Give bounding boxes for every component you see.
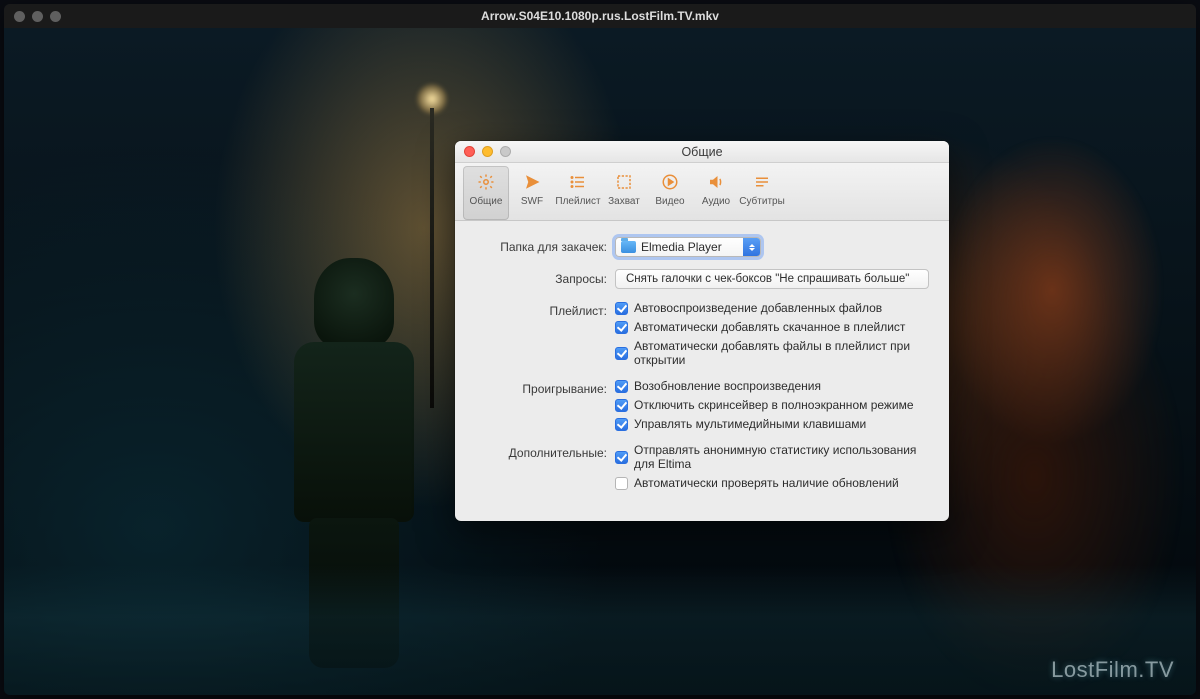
scene-road-reflection <box>4 565 1196 695</box>
checkbox-row[interactable]: Автоматически добавлять файлы в плейлист… <box>615 339 929 367</box>
checkbox[interactable] <box>615 380 628 393</box>
preferences-window: Общие Общие SWF Плейлист Захват Видео Аудио Су… <box>455 141 949 521</box>
checkbox-row[interactable]: Автоматически добавлять скачанное в плей… <box>615 320 929 334</box>
downloads-folder-label: Папка для закачек: <box>475 237 615 254</box>
checkbox[interactable] <box>615 347 628 360</box>
downloads-folder-value: Elmedia Player <box>641 240 722 254</box>
checkbox[interactable] <box>615 477 628 490</box>
checkbox-label: Отправлять анонимную статистику использо… <box>634 443 929 471</box>
requests-label: Запросы: <box>475 269 615 286</box>
reset-dont-ask-button[interactable]: Снять галочки с чек-боксов "Не спрашиват… <box>615 269 929 289</box>
chevron-updown-icon <box>743 238 760 256</box>
minimize-icon[interactable] <box>482 146 493 157</box>
minimize-icon[interactable] <box>32 11 43 22</box>
checkbox-row[interactable]: Отключить скринсейвер в полноэкранном ре… <box>615 398 929 412</box>
tab-playlist[interactable]: Плейлист <box>555 166 601 220</box>
playlist-section-label: Плейлист: <box>475 301 615 318</box>
tab-capture[interactable]: Захват <box>601 166 647 220</box>
prefs-traffic-lights <box>455 146 511 157</box>
checkbox[interactable] <box>615 418 628 431</box>
player-traffic-lights <box>4 11 61 22</box>
toolbar-tab-label: Видео <box>655 196 684 207</box>
playback-section-label: Проигрывание: <box>475 379 615 396</box>
checkbox-row[interactable]: Управлять мультимедийными клавишами <box>615 417 929 431</box>
checkbox-label: Возобновление воспроизведения <box>634 379 821 393</box>
tab-subtitles[interactable]: Субтитры <box>739 166 785 220</box>
checkbox-row[interactable]: Автовоспроизведение добавленных файлов <box>615 301 929 315</box>
toolbar-tab-label: Общие <box>470 196 503 207</box>
watermark: LostFilm.TV <box>1051 657 1174 683</box>
tab-swf-icon <box>519 170 545 194</box>
folder-icon <box>621 241 636 253</box>
checkbox[interactable] <box>615 302 628 315</box>
maximize-icon[interactable] <box>50 11 61 22</box>
close-icon[interactable] <box>14 11 25 22</box>
checkbox[interactable] <box>615 399 628 412</box>
maximize-icon[interactable] <box>500 146 511 157</box>
downloads-folder-select[interactable]: Elmedia Player <box>615 237 761 257</box>
tab-swf[interactable]: SWF <box>509 166 555 220</box>
toolbar-tab-label: Захват <box>608 196 640 207</box>
toolbar-tab-label: Плейлист <box>555 196 600 207</box>
checkbox-label: Автоматически добавлять файлы в плейлист… <box>634 339 929 367</box>
prefs-titlebar[interactable]: Общие <box>455 141 949 163</box>
checkbox-label: Отключить скринсейвер в полноэкранном ре… <box>634 398 914 412</box>
tab-video-icon <box>657 170 683 194</box>
prefs-body: Папка для закачек: Elmedia Player Запрос… <box>455 221 949 506</box>
extra-section-label: Дополнительные: <box>475 443 615 460</box>
tab-playlist-icon <box>565 170 591 194</box>
tab-audio-icon <box>703 170 729 194</box>
checkbox-row[interactable]: Автоматически проверять наличие обновлен… <box>615 476 929 490</box>
checkbox-label: Автовоспроизведение добавленных файлов <box>634 301 882 315</box>
tab-general-icon <box>473 170 499 194</box>
checkbox-label: Автоматически проверять наличие обновлен… <box>634 476 899 490</box>
tab-video[interactable]: Видео <box>647 166 693 220</box>
toolbar-tab-label: Субтитры <box>739 196 785 207</box>
checkbox-label: Автоматически добавлять скачанное в плей… <box>634 320 905 334</box>
prefs-toolbar: Общие SWF Плейлист Захват Видео Аудио Субтитры <box>455 163 949 221</box>
player-title: Arrow.S04E10.1080p.rus.LostFilm.TV.mkv <box>4 9 1196 23</box>
toolbar-tab-label: SWF <box>521 196 543 207</box>
prefs-title: Общие <box>455 145 949 159</box>
checkbox-row[interactable]: Возобновление воспроизведения <box>615 379 929 393</box>
tab-audio[interactable]: Аудио <box>693 166 739 220</box>
checkbox-row[interactable]: Отправлять анонимную статистику использо… <box>615 443 929 471</box>
tab-general[interactable]: Общие <box>463 166 509 220</box>
checkbox[interactable] <box>615 451 628 464</box>
player-titlebar[interactable]: Arrow.S04E10.1080p.rus.LostFilm.TV.mkv <box>4 4 1196 28</box>
close-icon[interactable] <box>464 146 475 157</box>
toolbar-tab-label: Аудио <box>702 196 730 207</box>
tab-subtitles-icon <box>749 170 775 194</box>
checkbox-label: Управлять мультимедийными клавишами <box>634 417 866 431</box>
checkbox[interactable] <box>615 321 628 334</box>
tab-capture-icon <box>611 170 637 194</box>
